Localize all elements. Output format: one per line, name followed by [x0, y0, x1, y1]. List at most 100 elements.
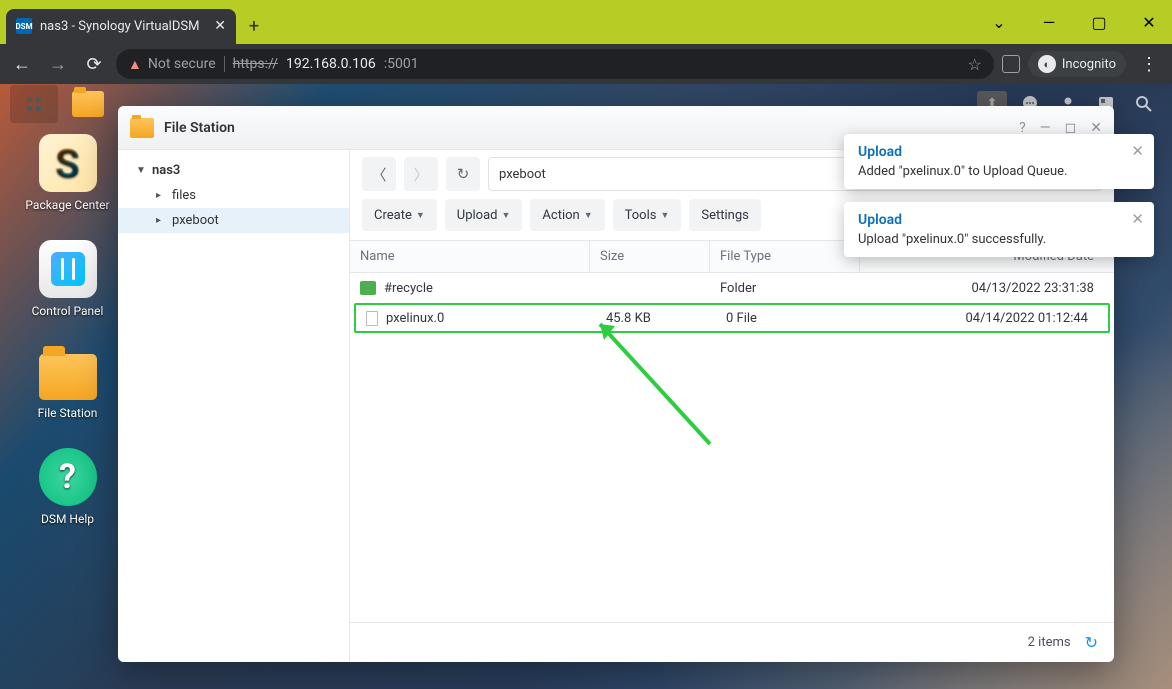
file-station-icon	[39, 354, 97, 400]
package-center-icon: S	[39, 134, 97, 192]
extensions-icon[interactable]	[1002, 55, 1020, 73]
nav-forward-button[interactable]: 〉	[404, 157, 438, 191]
chevron-right-icon[interactable]: ▸	[156, 215, 168, 226]
tree-node-label: pxeboot	[172, 213, 219, 228]
url-divider	[224, 56, 225, 72]
upload-button[interactable]: Upload▼	[445, 199, 523, 231]
cell-date: 04/14/2022 01:12:44	[866, 311, 1108, 326]
desktop-icon-dsm-help[interactable]: ? DSM Help	[20, 448, 115, 526]
toast-close-icon[interactable]: ✕	[1131, 142, 1144, 160]
toast-title: Upload	[858, 212, 1140, 228]
toast-message: Upload "pxelinux.0" successfully.	[858, 232, 1140, 247]
doc-icon	[366, 311, 378, 326]
refresh-icon[interactable]: ↻	[1085, 633, 1098, 652]
toast-notification: ✕ Upload Added "pxelinux.0" to Upload Qu…	[844, 134, 1154, 189]
chevron-right-icon[interactable]: ▸	[156, 190, 168, 201]
chevron-down-icon: ▼	[416, 210, 425, 221]
cell-type: Folder	[710, 281, 860, 296]
desktop-icon-control-panel[interactable]: Control Panel	[20, 240, 115, 318]
desktop-icon-package-center[interactable]: S Package Center	[20, 134, 115, 212]
browser-menu-button[interactable]: ⋮	[1134, 54, 1164, 75]
control-panel-icon	[39, 240, 97, 298]
desktop-icon-label: Control Panel	[32, 304, 104, 318]
toast-message: Added "pxelinux.0" to Upload Queue.	[858, 164, 1140, 179]
cell-type: 0 File	[716, 311, 866, 326]
not-secure-label: Not secure	[148, 56, 216, 72]
nav-refresh-button[interactable]: ↻	[446, 157, 480, 191]
desktop-icon-label: DSM Help	[41, 512, 94, 526]
main-menu-button[interactable]	[10, 85, 58, 123]
help-icon: ?	[39, 448, 97, 506]
column-header-name[interactable]: Name	[350, 241, 590, 272]
chevron-down-icon: ▼	[660, 210, 669, 221]
tree-node-files[interactable]: ▸ files	[118, 183, 349, 208]
incognito-label: Incognito	[1062, 57, 1116, 72]
cell-size: 45.8 KB	[596, 311, 716, 326]
window-maximize-icon[interactable]: ▢	[1084, 7, 1114, 37]
tree-node-pxeboot[interactable]: ▸ pxeboot	[118, 208, 349, 233]
window-title: File Station	[164, 120, 235, 136]
chevron-down-icon: ▼	[502, 210, 511, 221]
browser-tab[interactable]: DSM nas3 - Synology VirtualDSM ✕	[6, 9, 236, 44]
nav-forward-button[interactable]: →	[44, 50, 72, 78]
tab-favicon-icon: DSM	[16, 18, 32, 34]
table-row[interactable]: pxelinux.0 45.8 KB 0 File 04/14/2022 01:…	[354, 303, 1110, 333]
search-icon	[1134, 94, 1154, 114]
tab-close-icon[interactable]: ✕	[214, 18, 226, 34]
toast-close-icon[interactable]: ✕	[1131, 210, 1144, 228]
browser-tab-bar: DSM nas3 - Synology VirtualDSM ✕ +	[6, 8, 268, 44]
path-value: pxeboot	[499, 167, 546, 182]
folder-icon	[72, 91, 104, 117]
tree-node-label: files	[172, 188, 196, 203]
url-host: 192.168.0.106	[286, 56, 376, 72]
toast-notification: ✕ Upload Upload "pxelinux.0" successfull…	[844, 202, 1154, 257]
incognito-badge[interactable]: ◐ Incognito	[1028, 51, 1126, 77]
nav-back-button[interactable]: ←	[8, 50, 36, 78]
tools-button[interactable]: Tools▼	[613, 199, 682, 231]
incognito-icon: ◐	[1038, 55, 1056, 73]
desktop-icon-label: File Station	[38, 406, 98, 420]
warning-triangle-icon: ▲	[128, 56, 142, 73]
table-row[interactable]: #recycle Folder 04/13/2022 23:31:38	[350, 273, 1114, 303]
folder-tree: ▼ nas3 ▸ files ▸ pxeboot	[118, 150, 350, 662]
new-tab-button[interactable]: +	[240, 12, 268, 40]
url-https-strikethrough: https://	[233, 56, 278, 72]
tray-search-button[interactable]	[1126, 86, 1162, 122]
file-station-window: File Station ? — ◻ ✕ ▼ nas3 ▸ files ▸	[118, 106, 1114, 662]
create-button[interactable]: Create▼	[362, 199, 437, 231]
file-list: Name Size File Type Modified Date #recyc…	[350, 240, 1114, 622]
desktop-icon-file-station[interactable]: File Station	[20, 346, 115, 420]
settings-button[interactable]: Settings	[689, 199, 760, 231]
synology-desktop: ⬆ S Package Center Control Panel	[0, 84, 1172, 689]
window-minimize-icon[interactable]: —	[1034, 7, 1064, 37]
bookmark-star-icon[interactable]: ☆	[968, 55, 982, 74]
status-bar: 2 items ↻	[350, 622, 1114, 662]
column-header-size[interactable]: Size	[590, 241, 710, 272]
action-button[interactable]: Action▼	[530, 199, 604, 231]
security-warning[interactable]: ▲ Not secure	[128, 56, 216, 73]
grid-icon	[25, 95, 43, 113]
nav-reload-button[interactable]: ⟳	[80, 50, 108, 78]
recycle-icon	[360, 281, 376, 295]
folder-icon	[130, 118, 154, 138]
chevron-down-icon: ▼	[584, 210, 593, 221]
nav-back-button[interactable]: 〈	[362, 157, 396, 191]
desktop-icon-label: Package Center	[25, 198, 109, 212]
taskbar-file-station[interactable]	[64, 85, 112, 123]
window-dropdown-icon[interactable]: ⌄	[984, 7, 1014, 37]
column-header-type[interactable]: File Type	[710, 241, 860, 272]
tree-node-root[interactable]: ▼ nas3	[118, 158, 349, 183]
cell-date: 04/13/2022 23:31:38	[860, 281, 1114, 296]
desktop-icons: S Package Center Control Panel File Stat…	[20, 134, 115, 526]
cell-name: #recycle	[384, 281, 433, 296]
url-bar[interactable]: ▲ Not secure https:// 192.168.0.106 :500…	[116, 49, 994, 79]
browser-toolbar: ← → ⟳ ▲ Not secure https:// 192.168.0.10…	[0, 44, 1172, 84]
window-close-icon[interactable]: ✕	[1134, 7, 1164, 37]
url-port: :5001	[384, 56, 419, 72]
chevron-down-icon[interactable]: ▼	[136, 165, 148, 176]
tree-node-label: nas3	[152, 163, 180, 178]
cell-name: pxelinux.0	[386, 311, 444, 326]
tab-title: nas3 - Synology VirtualDSM	[40, 19, 199, 34]
item-count: 2 items	[1028, 635, 1071, 650]
toast-title: Upload	[858, 144, 1140, 160]
